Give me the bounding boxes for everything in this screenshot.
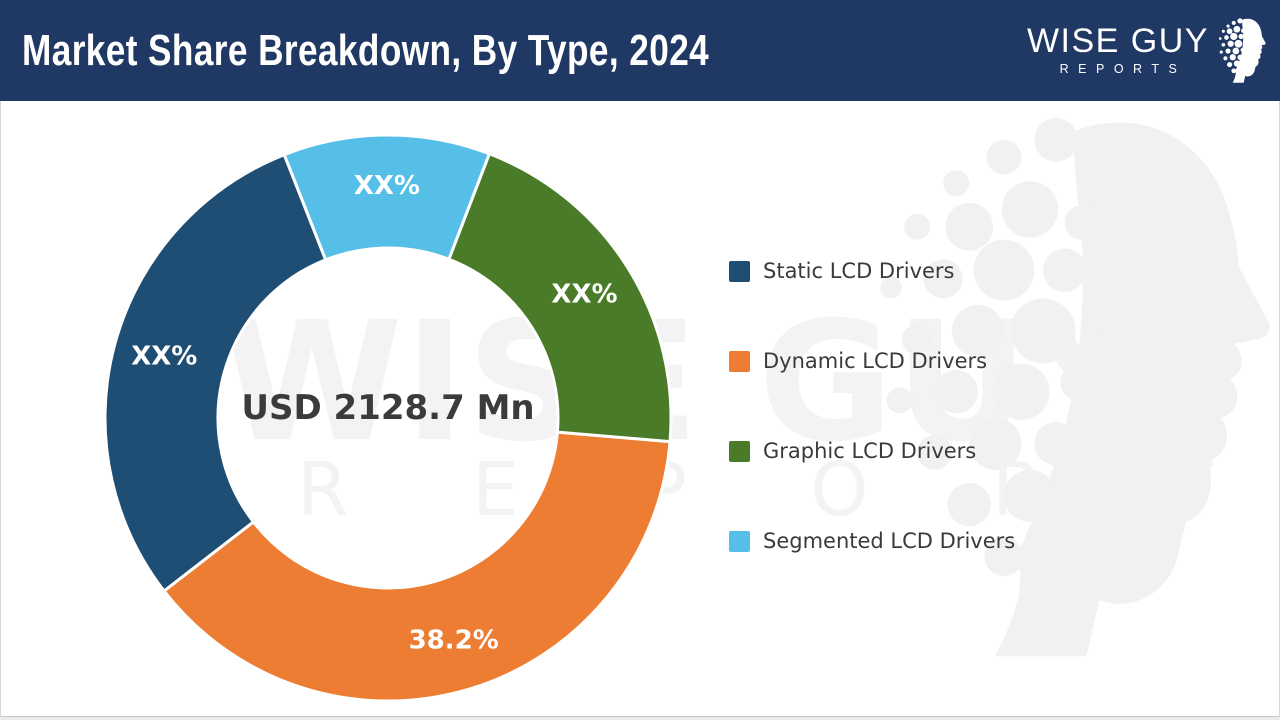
page: Market Share Breakdown, By Type, 2024 WI… xyxy=(0,0,1280,720)
wiseguy-head-icon xyxy=(1214,9,1266,91)
brand-name: WISE GUY xyxy=(1026,21,1209,60)
donut-segment-dynamic-lcd-drivers[interactable] xyxy=(162,430,672,703)
brand-logo-text: WISE GUY REPORTS xyxy=(1026,21,1209,77)
page-title: Market Share Breakdown, By Type, 2024 xyxy=(22,25,710,75)
legend-label-static-lcd-drivers: Static LCD Drivers xyxy=(763,259,955,283)
chart-area: WISE GUY R E P O R T S XX%38.2%XX%XX% US… xyxy=(0,101,1280,717)
legend-item-dynamic-lcd-drivers[interactable]: Dynamic LCD Drivers xyxy=(729,345,1015,377)
legend-label-dynamic-lcd-drivers: Dynamic LCD Drivers xyxy=(763,349,988,373)
legend-swatch-static-lcd-drivers xyxy=(729,260,750,282)
segment-label-dynamic-lcd-drivers: 38.2% xyxy=(409,626,499,656)
legend-item-graphic-lcd-drivers[interactable]: Graphic LCD Drivers xyxy=(729,435,1015,467)
donut-center-value: USD 2128.7 Mn xyxy=(241,388,535,428)
legend-item-static-lcd-drivers[interactable]: Static LCD Drivers xyxy=(729,255,1015,287)
legend-swatch-dynamic-lcd-drivers xyxy=(729,350,750,372)
legend-label-segmented-lcd-drivers: Segmented LCD Drivers xyxy=(763,529,1016,553)
legend: Static LCD Drivers Dynamic LCD Drivers Gra… xyxy=(729,255,1015,615)
legend-item-segmented-lcd-drivers[interactable]: Segmented LCD Drivers xyxy=(729,525,1015,557)
legend-label-graphic-lcd-drivers: Graphic LCD Drivers xyxy=(763,439,977,463)
header-bar: Market Share Breakdown, By Type, 2024 WI… xyxy=(0,0,1280,101)
segment-label-graphic-lcd-drivers: XX% xyxy=(551,280,617,310)
brand-logo: WISE GUY REPORTS xyxy=(1027,9,1266,91)
legend-swatch-graphic-lcd-drivers xyxy=(729,440,750,462)
segment-label-static-lcd-drivers: XX% xyxy=(131,341,197,371)
brand-subtitle: REPORTS xyxy=(1059,62,1187,77)
legend-swatch-segmented-lcd-drivers xyxy=(729,530,750,552)
segment-label-segmented-lcd-drivers: XX% xyxy=(354,171,420,201)
donut-segment-static-lcd-drivers[interactable] xyxy=(103,153,328,593)
